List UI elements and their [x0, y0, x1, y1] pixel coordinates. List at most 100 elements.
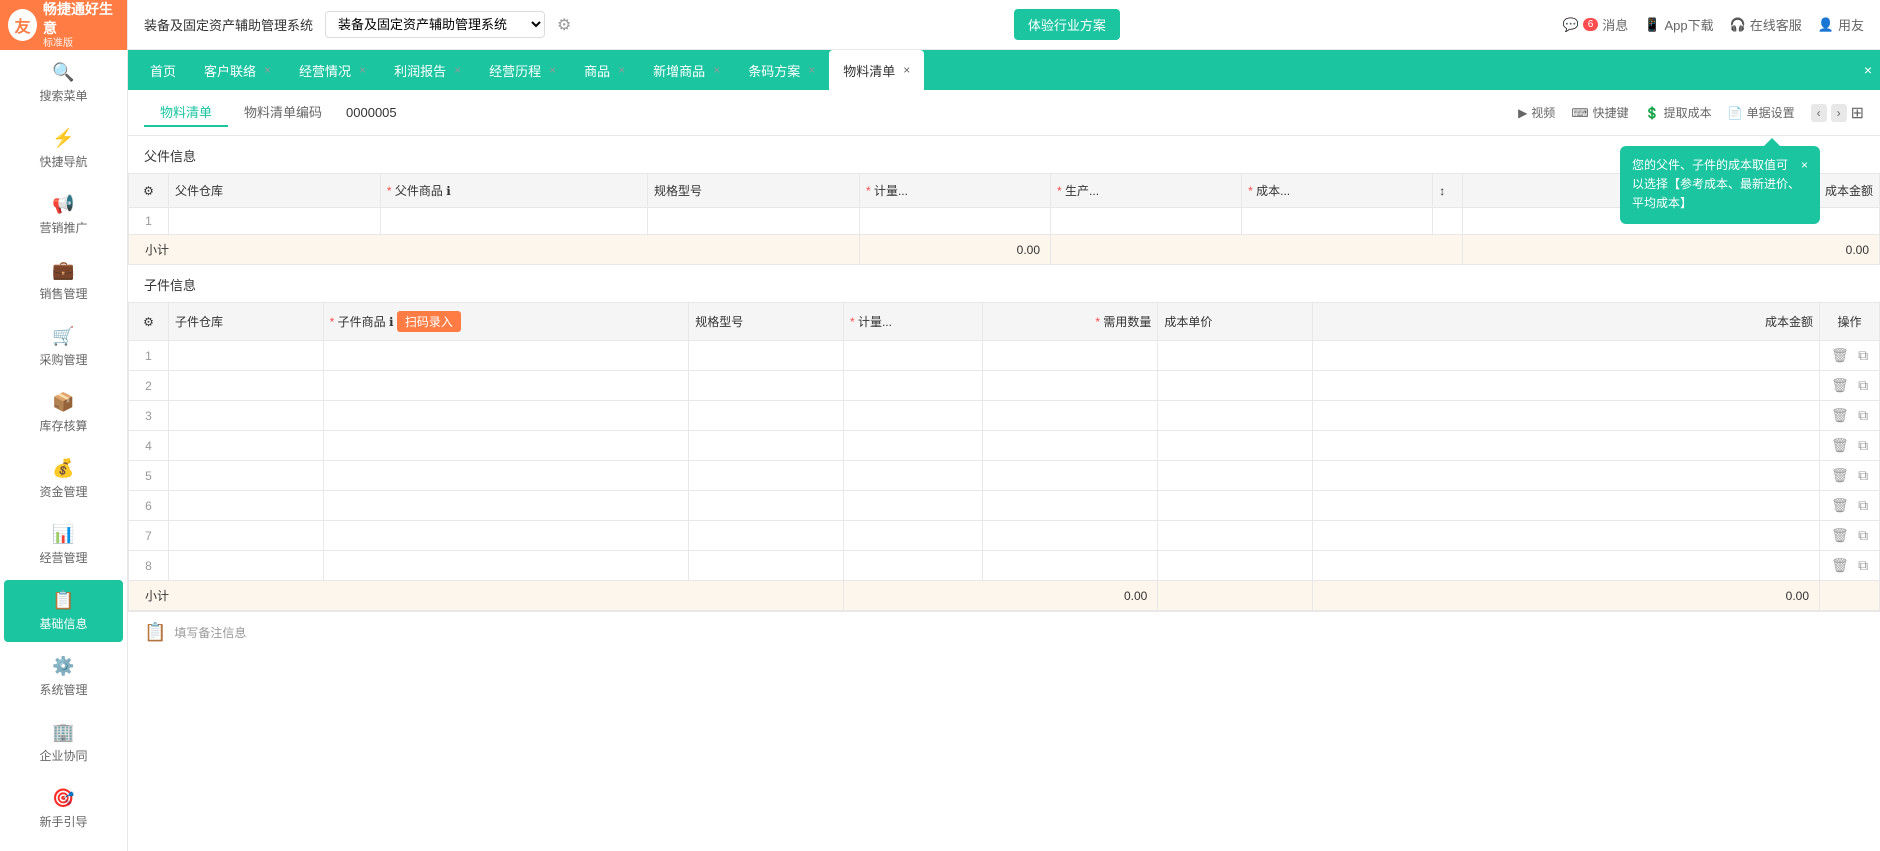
copy-icon-5[interactable]: ⧉	[1858, 467, 1868, 483]
tab-goods-close[interactable]: ×	[618, 63, 625, 77]
delete-icon-3[interactable]: 🗑	[1831, 407, 1849, 423]
tab-barcode[interactable]: 条码方案 ×	[734, 50, 829, 90]
parent-spec-cell[interactable]	[648, 208, 860, 235]
sub-tab-bom-code[interactable]: 物料清单编码	[228, 98, 338, 127]
child-unit-8[interactable]	[843, 551, 982, 581]
child-goods-2[interactable]	[323, 371, 689, 401]
sub-tab-bom-list[interactable]: 物料清单	[144, 98, 228, 127]
child-qty-5[interactable]	[983, 461, 1158, 491]
tab-customer[interactable]: 客户联络 ×	[190, 50, 285, 90]
tab-goods[interactable]: 商品 ×	[570, 50, 639, 90]
tab-operations[interactable]: 经营情况 ×	[285, 50, 380, 90]
copy-icon-8[interactable]: ⧉	[1858, 557, 1868, 573]
grid-view-icon[interactable]: ⊞	[1851, 103, 1864, 123]
child-goods-8[interactable]	[323, 551, 689, 581]
child-spec-5[interactable]	[689, 461, 844, 491]
message-item[interactable]: 💬 6 消息	[1563, 15, 1629, 34]
tab-barcode-close[interactable]: ×	[808, 63, 815, 77]
child-unit-cost-8[interactable]	[1158, 551, 1313, 581]
toolbar-extract-cost[interactable]: 💲 提取成本	[1645, 104, 1712, 121]
app-download-item[interactable]: 📱 App下载	[1644, 15, 1713, 34]
sidebar-item-sales[interactable]: 💼 销售管理	[4, 250, 123, 312]
child-qty-7[interactable]	[983, 521, 1158, 551]
delete-icon-6[interactable]: 🗑	[1831, 497, 1849, 513]
child-warehouse-2[interactable]	[169, 371, 324, 401]
delete-icon-1[interactable]: 🗑	[1831, 347, 1849, 363]
parent-production-cell[interactable]	[1051, 208, 1242, 235]
child-goods-3[interactable]	[323, 401, 689, 431]
child-warehouse-3[interactable]	[169, 401, 324, 431]
child-unit-4[interactable]	[843, 431, 982, 461]
child-spec-6[interactable]	[689, 491, 844, 521]
system-selector[interactable]: 装备及固定资产辅助管理系统	[325, 11, 545, 38]
child-qty-4[interactable]	[983, 431, 1158, 461]
child-unit-5[interactable]	[843, 461, 982, 491]
tab-history-close[interactable]: ×	[549, 63, 556, 77]
sidebar-item-operations[interactable]: 📊 经营管理	[4, 514, 123, 576]
delete-icon-4[interactable]: 🗑	[1831, 437, 1849, 453]
parent-warehouse-cell[interactable]	[169, 208, 381, 235]
child-goods-5[interactable]	[323, 461, 689, 491]
child-qty-2[interactable]	[983, 371, 1158, 401]
tab-new-goods[interactable]: 新增商品 ×	[639, 50, 734, 90]
tab-profit[interactable]: 利润报告 ×	[380, 50, 475, 90]
child-spec-3[interactable]	[689, 401, 844, 431]
child-unit-cost-1[interactable]	[1158, 341, 1313, 371]
child-warehouse-4[interactable]	[169, 431, 324, 461]
child-spec-7[interactable]	[689, 521, 844, 551]
child-unit-3[interactable]	[843, 401, 982, 431]
online-service-item[interactable]: 🎧 在线客服	[1730, 15, 1802, 34]
sidebar-item-guide[interactable]: 🎯 新手引导	[4, 778, 123, 840]
delete-icon-2[interactable]: 🗑	[1831, 377, 1849, 393]
close-all-tabs[interactable]: ×	[1864, 62, 1872, 78]
child-goods-7[interactable]	[323, 521, 689, 551]
child-unit-6[interactable]	[843, 491, 982, 521]
sidebar-item-enterprise[interactable]: 🏢 企业协同	[4, 712, 123, 774]
child-goods-6[interactable]	[323, 491, 689, 521]
child-spec-1[interactable]	[689, 341, 844, 371]
tab-customer-close[interactable]: ×	[264, 63, 271, 77]
child-unit-cost-3[interactable]	[1158, 401, 1313, 431]
child-qty-3[interactable]	[983, 401, 1158, 431]
parent-unit-cell[interactable]	[859, 208, 1050, 235]
child-qty-6[interactable]	[983, 491, 1158, 521]
parent-goods-cell[interactable]	[380, 208, 647, 235]
settings-gear-icon[interactable]: ⚙	[557, 15, 571, 35]
child-warehouse-6[interactable]	[169, 491, 324, 521]
copy-icon-1[interactable]: ⧉	[1858, 347, 1868, 363]
sidebar-item-quick-nav[interactable]: ⚡ 快捷导航	[4, 118, 123, 180]
tab-bom-close[interactable]: ×	[903, 63, 910, 77]
child-unit-cost-5[interactable]	[1158, 461, 1313, 491]
scan-input-button[interactable]: 扫码录入	[397, 311, 461, 332]
child-qty-1[interactable]	[983, 341, 1158, 371]
sidebar-item-purchase[interactable]: 🛒 采购管理	[4, 316, 123, 378]
child-unit-2[interactable]	[843, 371, 982, 401]
copy-icon-4[interactable]: ⧉	[1858, 437, 1868, 453]
child-goods-1[interactable]	[323, 341, 689, 371]
copy-icon-2[interactable]: ⧉	[1858, 377, 1868, 393]
copy-icon-3[interactable]: ⧉	[1858, 407, 1868, 423]
sidebar-item-system[interactable]: ⚙️ 系统管理	[4, 646, 123, 708]
child-warehouse-5[interactable]	[169, 461, 324, 491]
child-unit-cost-4[interactable]	[1158, 431, 1313, 461]
child-unit-1[interactable]	[843, 341, 982, 371]
sidebar-item-marketing[interactable]: 📢 营销推广	[4, 184, 123, 246]
toolbar-single-setting[interactable]: 📄 单据设置	[1728, 104, 1795, 121]
child-goods-4[interactable]	[323, 431, 689, 461]
child-spec-4[interactable]	[689, 431, 844, 461]
toolbar-shortcut[interactable]: ⌨ 快捷键	[1571, 104, 1628, 121]
tab-history[interactable]: 经营历程 ×	[475, 50, 570, 90]
tab-home[interactable]: 首页	[136, 50, 190, 90]
child-unit-cost-7[interactable]	[1158, 521, 1313, 551]
child-unit-cost-6[interactable]	[1158, 491, 1313, 521]
delete-icon-8[interactable]: 🗑	[1831, 557, 1849, 573]
tab-bom[interactable]: 物料清单 ×	[829, 50, 924, 90]
child-warehouse-7[interactable]	[169, 521, 324, 551]
child-spec-2[interactable]	[689, 371, 844, 401]
child-unit-7[interactable]	[843, 521, 982, 551]
sidebar-item-basic-info[interactable]: 📋 基础信息	[4, 580, 123, 642]
tab-new-goods-close[interactable]: ×	[713, 63, 720, 77]
copy-icon-6[interactable]: ⧉	[1858, 497, 1868, 513]
user-item[interactable]: 👤 用友	[1818, 15, 1864, 34]
child-unit-cost-2[interactable]	[1158, 371, 1313, 401]
